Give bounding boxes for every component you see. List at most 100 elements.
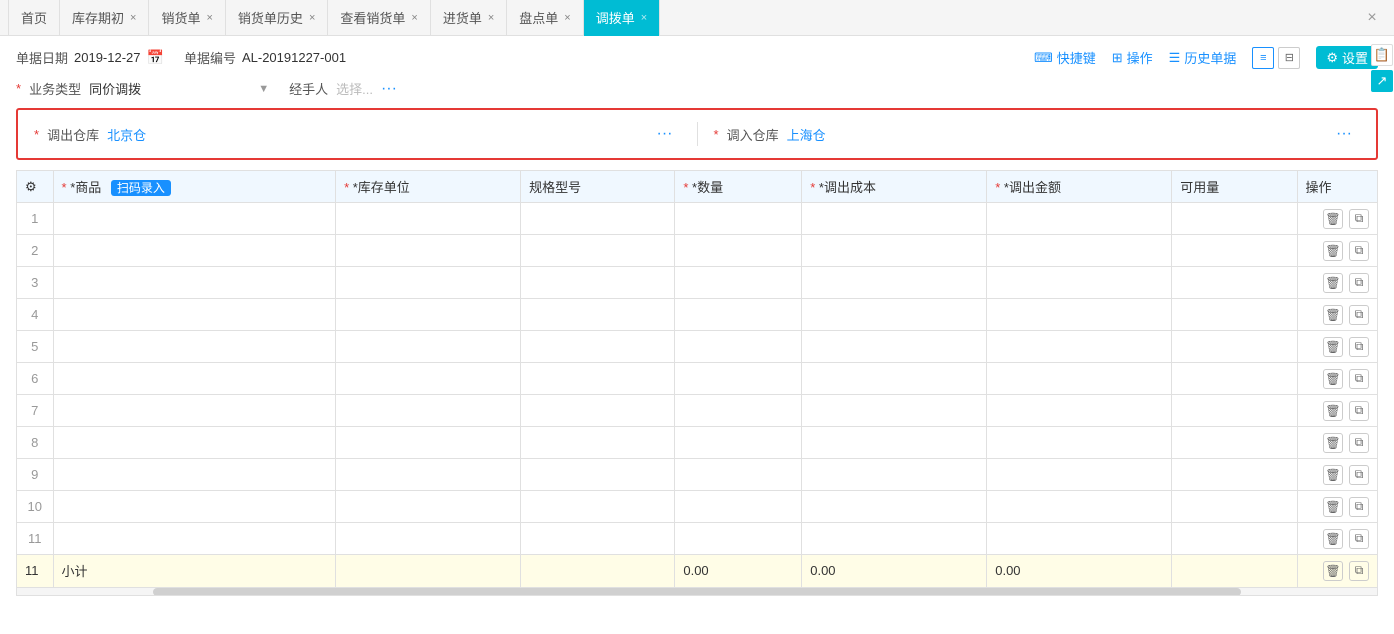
delete-icon[interactable]: 🗑 [1323, 209, 1343, 229]
cell-qty[interactable] [675, 299, 802, 331]
delete-icon[interactable]: 🗑 [1323, 497, 1343, 517]
date-value[interactable]: 2019-12-27 [74, 50, 141, 65]
cell-unit[interactable] [336, 427, 521, 459]
window-close-button[interactable]: × [1358, 4, 1386, 32]
cell-spec[interactable] [521, 203, 675, 235]
copy-icon[interactable]: ⧉ [1349, 337, 1369, 357]
tab-view-sales-close[interactable]: × [411, 12, 417, 24]
tab-view-sales[interactable]: 查看销货单 × [328, 0, 430, 36]
cell-cost[interactable] [802, 331, 987, 363]
cell-qty[interactable] [675, 427, 802, 459]
cell-unit[interactable] [336, 523, 521, 555]
cell-qty[interactable] [675, 267, 802, 299]
tab-sales-order[interactable]: 销货单 × [149, 0, 225, 36]
cell-qty[interactable] [675, 203, 802, 235]
cell-available[interactable] [1172, 395, 1297, 427]
delete-icon[interactable]: 🗑 [1323, 465, 1343, 485]
cell-product[interactable] [53, 491, 336, 523]
business-type-select[interactable]: 同价调拨 ▼ [89, 79, 269, 98]
cell-product[interactable] [53, 235, 336, 267]
cell-product[interactable] [53, 523, 336, 555]
cell-amount[interactable] [987, 395, 1172, 427]
cell-spec[interactable] [521, 267, 675, 299]
cell-cost[interactable] [802, 523, 987, 555]
cell-unit[interactable] [336, 331, 521, 363]
tab-sales-order-close[interactable]: × [206, 12, 212, 24]
delete-icon[interactable]: 🗑 [1323, 369, 1343, 389]
col-settings[interactable]: ⚙ [17, 171, 53, 203]
shortcut-button[interactable]: ⌨ 快捷键 [1034, 48, 1096, 67]
cell-product[interactable] [53, 363, 336, 395]
cell-unit[interactable] [336, 299, 521, 331]
horizontal-scrollbar[interactable] [17, 587, 1377, 595]
cell-spec[interactable] [521, 459, 675, 491]
scan-button[interactable]: 扫码录入 [111, 180, 171, 196]
cell-amount[interactable] [987, 331, 1172, 363]
cell-product[interactable] [53, 395, 336, 427]
settings-button[interactable]: ⚙ 设置 [1316, 46, 1378, 69]
copy-icon[interactable]: ⧉ [1349, 465, 1369, 485]
cell-amount[interactable] [987, 267, 1172, 299]
delete-icon[interactable]: 🗑 [1323, 273, 1343, 293]
subtotal-copy-icon[interactable]: ⧉ [1349, 561, 1369, 581]
cell-available[interactable] [1172, 203, 1297, 235]
tab-purchase-close[interactable]: × [488, 12, 494, 24]
tab-sales-history-close[interactable]: × [309, 12, 315, 24]
cell-product[interactable] [53, 427, 336, 459]
copy-icon[interactable]: ⧉ [1349, 433, 1369, 453]
subtotal-delete-icon[interactable]: 🗑 [1323, 561, 1343, 581]
cell-qty[interactable] [675, 363, 802, 395]
tab-home[interactable]: 首页 [8, 0, 60, 36]
copy-icon[interactable]: ⧉ [1349, 529, 1369, 549]
cell-spec[interactable] [521, 363, 675, 395]
cell-available[interactable] [1172, 331, 1297, 363]
delete-icon[interactable]: 🗑 [1323, 401, 1343, 421]
tab-sales-history[interactable]: 销货单历史 × [226, 0, 328, 36]
cell-unit[interactable] [336, 491, 521, 523]
cell-cost[interactable] [802, 235, 987, 267]
cell-product[interactable] [53, 267, 336, 299]
cell-available[interactable] [1172, 523, 1297, 555]
cell-cost[interactable] [802, 203, 987, 235]
cell-product[interactable] [53, 331, 336, 363]
cell-available[interactable] [1172, 267, 1297, 299]
cell-unit[interactable] [336, 203, 521, 235]
cell-amount[interactable] [987, 523, 1172, 555]
copy-icon[interactable]: ⧉ [1349, 209, 1369, 229]
history-button[interactable]: ☰ 历史单据 [1169, 48, 1237, 67]
cell-unit[interactable] [336, 267, 521, 299]
cell-spec[interactable] [521, 427, 675, 459]
cell-available[interactable] [1172, 299, 1297, 331]
cell-qty[interactable] [675, 331, 802, 363]
cell-cost[interactable] [802, 267, 987, 299]
layout-btn-1[interactable]: ≡ [1252, 47, 1274, 69]
calendar-icon[interactable]: 📅 [147, 49, 164, 66]
cell-amount[interactable] [987, 235, 1172, 267]
delete-icon[interactable]: 🗑 [1323, 337, 1343, 357]
cell-product[interactable] [53, 459, 336, 491]
in-warehouse-value[interactable]: 上海仓 [787, 125, 826, 144]
cell-available[interactable] [1172, 427, 1297, 459]
cell-amount[interactable] [987, 427, 1172, 459]
delete-icon[interactable]: 🗑 [1323, 305, 1343, 325]
delete-icon[interactable]: 🗑 [1323, 529, 1343, 549]
delete-icon[interactable]: 🗑 [1323, 433, 1343, 453]
delete-icon[interactable]: 🗑 [1323, 241, 1343, 261]
copy-icon[interactable]: ⧉ [1349, 369, 1369, 389]
gear-icon[interactable]: ⚙ [25, 179, 37, 194]
cell-cost[interactable] [802, 491, 987, 523]
layout-btn-2[interactable]: ⊟ [1278, 47, 1300, 69]
cell-qty[interactable] [675, 235, 802, 267]
cell-product[interactable] [53, 299, 336, 331]
cell-cost[interactable] [802, 427, 987, 459]
person-select[interactable]: 选择... [336, 79, 373, 98]
cell-spec[interactable] [521, 235, 675, 267]
sidebar-list-icon[interactable]: 📋 [1371, 44, 1393, 66]
copy-icon[interactable]: ⧉ [1349, 401, 1369, 421]
cell-amount[interactable] [987, 299, 1172, 331]
tab-inventory-check-close[interactable]: × [564, 12, 570, 24]
cell-unit[interactable] [336, 395, 521, 427]
cell-amount[interactable] [987, 363, 1172, 395]
copy-icon[interactable]: ⧉ [1349, 273, 1369, 293]
tab-inventory-init[interactable]: 库存期初 × [60, 0, 149, 36]
